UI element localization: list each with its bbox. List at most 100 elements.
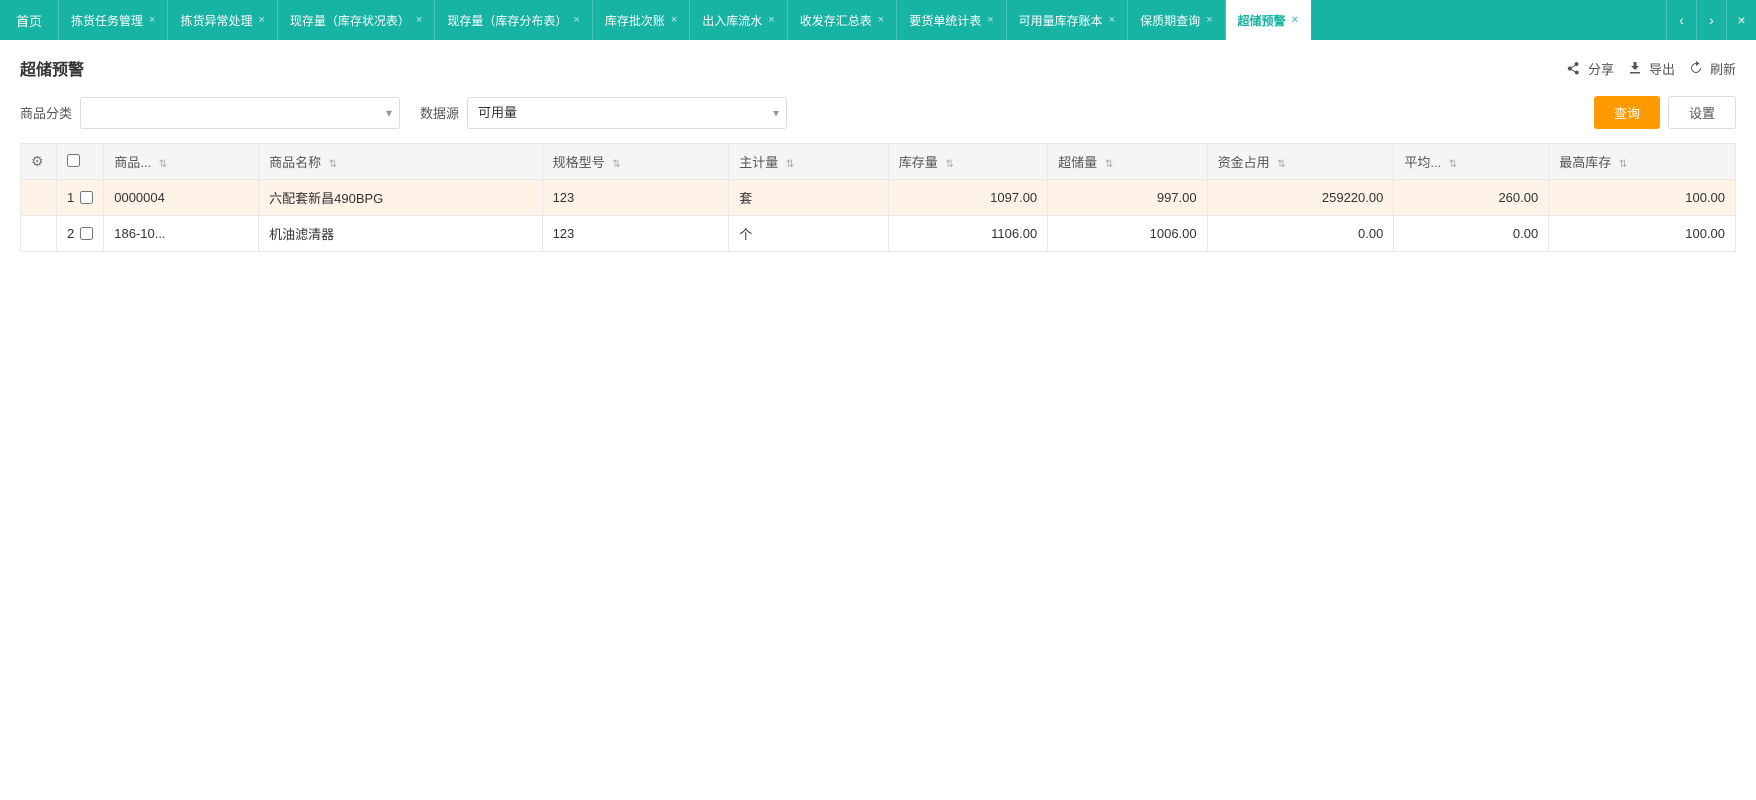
- td-unit-1: 个: [729, 216, 888, 252]
- datasource-select[interactable]: 可用量 库存量: [467, 97, 787, 129]
- nav-arrow-left[interactable]: ‹: [1666, 0, 1696, 40]
- th-unit[interactable]: 主计量 ⇅: [729, 144, 888, 180]
- sort-icon-code: ⇅: [159, 159, 167, 170]
- refresh-icon: [1689, 61, 1703, 75]
- sort-icon-max: ⇅: [1619, 159, 1627, 170]
- td-over-0: 997.00: [1048, 180, 1207, 216]
- td-code-0: 0000004: [104, 180, 259, 216]
- datasource-select-wrapper: 可用量 库存量 ▾: [467, 97, 787, 129]
- table-row: 1 0000004 六配套新昌490BPG 123 套 1097.00 997.…: [21, 180, 1736, 216]
- nav-arrow-close[interactable]: ×: [1726, 0, 1756, 40]
- refresh-button[interactable]: 刷新: [1689, 59, 1736, 78]
- header-actions: 分享 导出 刷新: [1567, 59, 1736, 78]
- nav-arrows: ‹ › ×: [1666, 0, 1756, 40]
- category-select[interactable]: [80, 97, 400, 129]
- close-tab-1[interactable]: ×: [149, 14, 155, 26]
- row-checkbox-0[interactable]: [80, 191, 93, 204]
- sort-icon-name: ⇅: [329, 159, 337, 170]
- nav-tab-4[interactable]: 现存量（库存分布表） ×: [435, 0, 592, 40]
- row-checkbox-1[interactable]: [80, 227, 93, 240]
- nav-home[interactable]: 首页: [0, 0, 59, 40]
- th-spec[interactable]: 规格型号 ⇅: [542, 144, 729, 180]
- nav-tab-5[interactable]: 库存批次账 ×: [593, 0, 690, 40]
- th-code[interactable]: 商品... ⇅: [104, 144, 259, 180]
- close-tab-9[interactable]: ×: [1109, 14, 1115, 26]
- td-capital-1: 0.00: [1207, 216, 1394, 252]
- close-tab-8[interactable]: ×: [987, 14, 993, 26]
- page-content: 超储预警 分享 导出 刷新 商品: [0, 40, 1756, 800]
- table-row: 2 186-10... 机油滤清器 123 个 1106.00 1006.00 …: [21, 216, 1736, 252]
- nav-tab-2[interactable]: 拣货异常处理 ×: [168, 0, 277, 40]
- td-unit-0: 套: [729, 180, 888, 216]
- close-tab-5[interactable]: ×: [671, 14, 677, 26]
- td-num-1: 2: [57, 216, 104, 252]
- top-navigation: 首页 拣货任务管理 × 拣货异常处理 × 现存量（库存状况表） × 现存量（库存…: [0, 0, 1756, 40]
- category-select-wrapper: ▾: [80, 97, 400, 129]
- export-icon: [1628, 61, 1642, 75]
- th-max[interactable]: 最高库存 ⇅: [1549, 144, 1736, 180]
- td-name-0: 六配套新昌490BPG: [259, 180, 542, 216]
- export-button[interactable]: 导出: [1628, 59, 1675, 78]
- row-num-1: 2: [67, 226, 74, 241]
- nav-tab-6[interactable]: 出入库流水 ×: [690, 0, 787, 40]
- nav-tab-7[interactable]: 收发存汇总表 ×: [788, 0, 897, 40]
- sort-icon-spec: ⇅: [612, 159, 620, 170]
- td-name-1: 机油滤清器: [259, 216, 542, 252]
- close-tab-6[interactable]: ×: [768, 14, 774, 26]
- datasource-label: 数据源: [420, 103, 459, 122]
- td-avg-1: 0.00: [1394, 216, 1549, 252]
- td-max-1: 100.00: [1549, 216, 1736, 252]
- td-max-0: 100.00: [1549, 180, 1736, 216]
- th-stock[interactable]: 库存量 ⇅: [888, 144, 1047, 180]
- td-num-0: 1: [57, 180, 104, 216]
- th-capital[interactable]: 资金占用 ⇅: [1207, 144, 1394, 180]
- th-over[interactable]: 超储量 ⇅: [1048, 144, 1207, 180]
- sort-icon-capital: ⇅: [1277, 159, 1285, 170]
- nav-tab-9[interactable]: 可用量库存账本 ×: [1007, 0, 1128, 40]
- close-tab-7[interactable]: ×: [878, 14, 884, 26]
- share-button[interactable]: 分享: [1567, 59, 1614, 78]
- close-tab-4[interactable]: ×: [573, 14, 579, 26]
- nav-tab-3[interactable]: 现存量（库存状况表） ×: [278, 0, 435, 40]
- td-avg-0: 260.00: [1394, 180, 1549, 216]
- sort-icon-unit: ⇅: [786, 159, 794, 170]
- td-stock-1: 1106.00: [888, 216, 1047, 252]
- settings-button[interactable]: 设置: [1668, 96, 1736, 129]
- share-icon: [1567, 61, 1581, 75]
- th-settings: ⚙: [21, 144, 57, 180]
- td-over-1: 1006.00: [1048, 216, 1207, 252]
- filter-row: 商品分类 ▾ 数据源 可用量 库存量 ▾ 查询 设置: [20, 96, 1736, 129]
- nav-arrow-right[interactable]: ›: [1696, 0, 1726, 40]
- td-spec-0: 123: [542, 180, 729, 216]
- table-header-row: ⚙ 商品... ⇅ 商品名称 ⇅ 规格型号 ⇅ 主计量: [21, 144, 1736, 180]
- th-checkbox: [57, 144, 104, 180]
- td-code-1: 186-10...: [104, 216, 259, 252]
- sort-icon-stock: ⇅: [945, 159, 953, 170]
- td-capital-0: 259220.00: [1207, 180, 1394, 216]
- category-label: 商品分类: [20, 103, 72, 122]
- column-settings-icon[interactable]: ⚙: [31, 153, 44, 169]
- close-tab-11[interactable]: ×: [1292, 14, 1298, 26]
- action-buttons: 查询 设置: [1594, 96, 1736, 129]
- category-filter-group: 商品分类 ▾: [20, 97, 400, 129]
- nav-tab-1[interactable]: 拣货任务管理 ×: [59, 0, 168, 40]
- td-settings-0: [21, 180, 57, 216]
- close-tab-2[interactable]: ×: [258, 14, 264, 26]
- td-settings-1: [21, 216, 57, 252]
- sort-icon-avg: ⇅: [1449, 159, 1457, 170]
- close-tab-3[interactable]: ×: [416, 14, 422, 26]
- close-tab-10[interactable]: ×: [1206, 14, 1212, 26]
- datasource-filter-group: 数据源 可用量 库存量 ▾: [420, 97, 787, 129]
- select-all-checkbox[interactable]: [67, 154, 80, 167]
- sort-icon-over: ⇅: [1105, 159, 1113, 170]
- page-header: 超储预警 分享 导出 刷新: [20, 56, 1736, 80]
- page-title: 超储预警: [20, 56, 84, 80]
- td-stock-0: 1097.00: [888, 180, 1047, 216]
- nav-tab-11[interactable]: 超储预警 ×: [1226, 0, 1311, 40]
- th-name[interactable]: 商品名称 ⇅: [259, 144, 542, 180]
- nav-tab-10[interactable]: 保质期查询 ×: [1128, 0, 1225, 40]
- row-num-0: 1: [67, 190, 74, 205]
- th-avg[interactable]: 平均... ⇅: [1394, 144, 1549, 180]
- query-button[interactable]: 查询: [1594, 96, 1660, 129]
- nav-tab-8[interactable]: 要货单统计表 ×: [897, 0, 1006, 40]
